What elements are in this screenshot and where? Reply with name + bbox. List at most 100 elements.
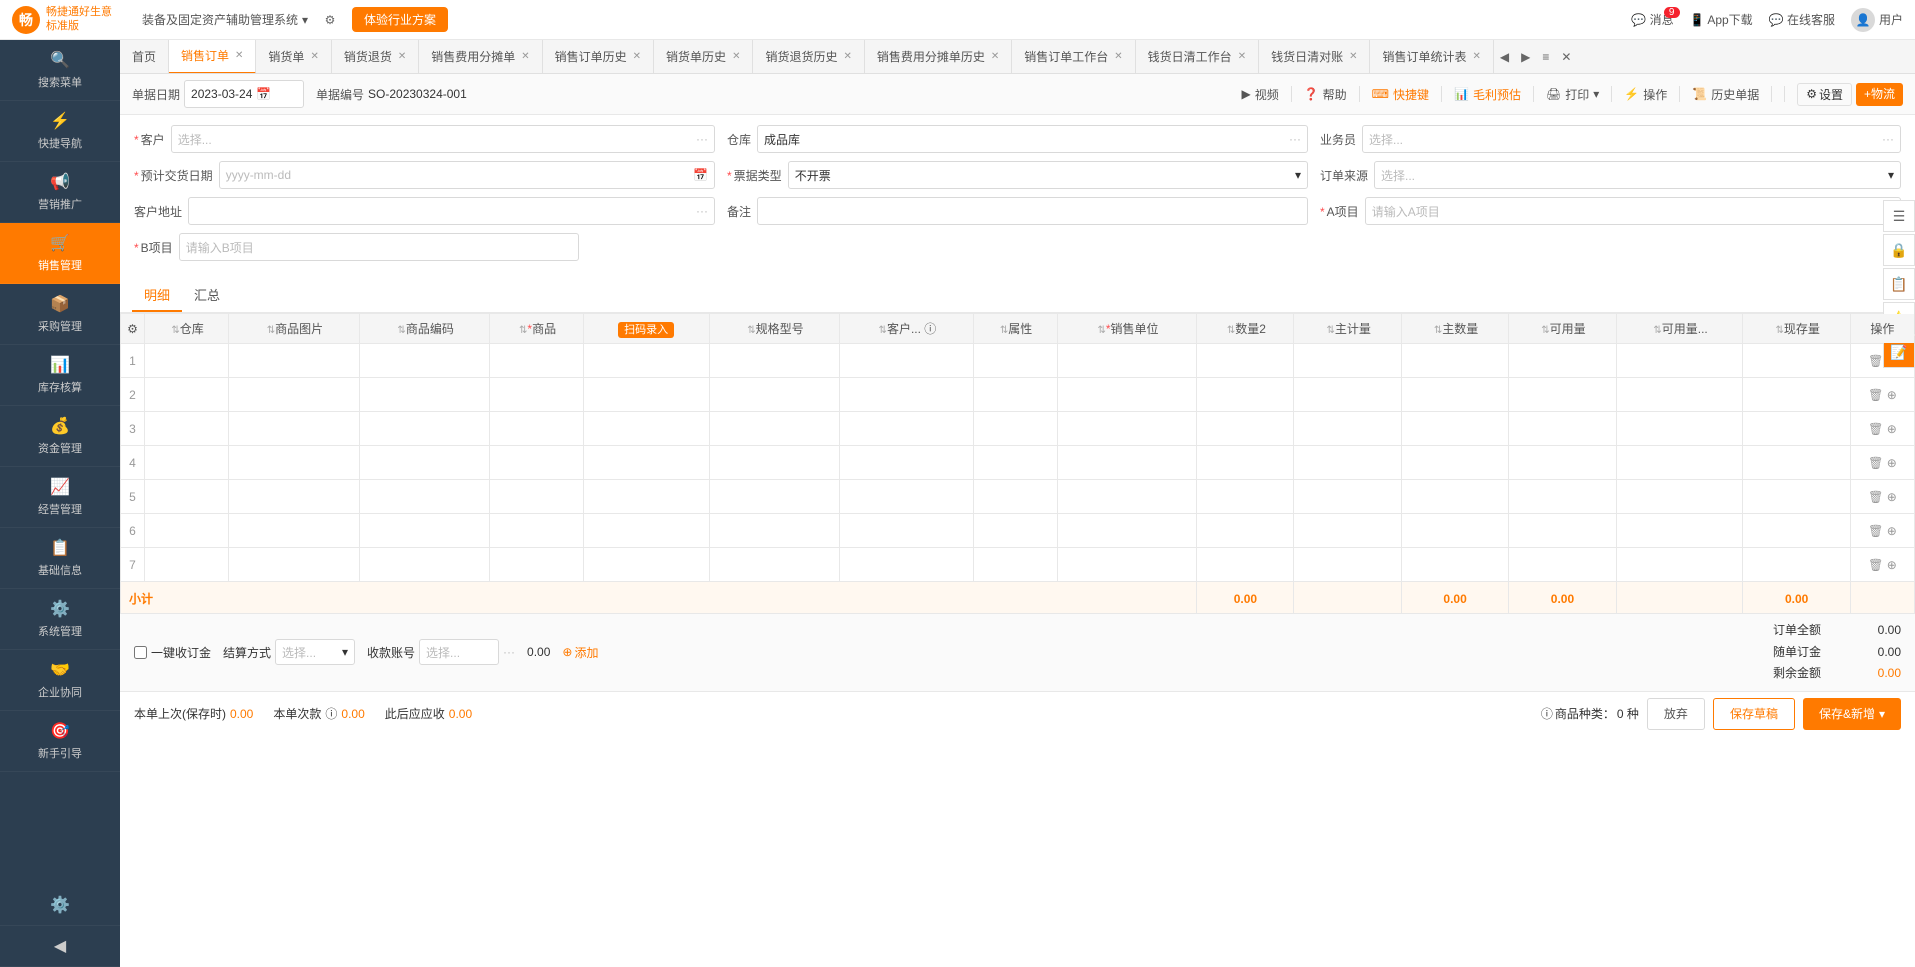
cell-product[interactable]	[490, 480, 583, 514]
sidebar-item-purchase[interactable]: 📦 采购管理	[0, 284, 120, 345]
cell-available2[interactable]	[1616, 446, 1743, 480]
cell-code[interactable]	[359, 412, 490, 446]
sidebar-item-nav[interactable]: ⚡ 快捷导航	[0, 101, 120, 162]
cell-available[interactable]	[1509, 378, 1616, 412]
panel-icon-3[interactable]: 📋	[1883, 268, 1915, 300]
delete-icon[interactable]: 🗑	[1868, 558, 1883, 572]
doc-date-input[interactable]: 2023-03-24 📅	[184, 80, 304, 108]
copy-icon[interactable]: ⊕	[1887, 388, 1897, 402]
abandon-button[interactable]: 放弃	[1647, 698, 1705, 730]
cell-attr[interactable]	[973, 378, 1057, 412]
cell-customer[interactable]	[840, 446, 973, 480]
sidebar-item-operations[interactable]: 📈 经营管理	[0, 467, 120, 528]
cell-main-unit[interactable]	[1294, 412, 1401, 446]
cell-available[interactable]	[1509, 412, 1616, 446]
tab-close-icon[interactable]: ✕	[235, 50, 243, 61]
sidebar-item-info[interactable]: 📋 基础信息	[0, 528, 120, 589]
cell-main-unit[interactable]	[1294, 344, 1401, 378]
cell-spec[interactable]	[709, 344, 840, 378]
cell-unit[interactable]	[1057, 480, 1197, 514]
cell-main-qty[interactable]	[1401, 344, 1508, 378]
cell-scan[interactable]	[583, 514, 709, 548]
cell-available2[interactable]	[1616, 514, 1743, 548]
cell-attr[interactable]	[973, 446, 1057, 480]
tab-invoice-history[interactable]: 销货单历史 ✕	[654, 40, 753, 74]
cell-product[interactable]	[490, 548, 583, 582]
tab-summary[interactable]: 汇总	[182, 279, 232, 312]
cell-customer[interactable]	[840, 548, 973, 582]
cell-available[interactable]	[1509, 480, 1616, 514]
cell-customer[interactable]	[840, 378, 973, 412]
cell-image[interactable]	[229, 344, 360, 378]
delete-icon[interactable]: 🗑	[1868, 422, 1883, 436]
cell-available2[interactable]	[1616, 412, 1743, 446]
print-btn[interactable]: 🖨 打印 ▾	[1546, 86, 1599, 103]
cell-scan[interactable]	[583, 344, 709, 378]
dropdown-icon[interactable]: ▾	[1879, 707, 1885, 721]
cell-scan[interactable]	[583, 480, 709, 514]
cell-spec[interactable]	[709, 378, 840, 412]
cell-stock[interactable]	[1743, 548, 1850, 582]
tab-close-icon[interactable]: ✕	[521, 51, 529, 62]
cell-unit[interactable]	[1057, 548, 1197, 582]
cell-unit[interactable]	[1057, 412, 1197, 446]
cell-warehouse[interactable]	[145, 514, 229, 548]
cell-warehouse[interactable]	[145, 378, 229, 412]
cell-attr[interactable]	[973, 344, 1057, 378]
cell-spec[interactable]	[709, 548, 840, 582]
sidebar-item-inventory[interactable]: 📊 库存核算	[0, 345, 120, 406]
tab-home[interactable]: 首页	[120, 40, 169, 74]
cell-attr[interactable]	[973, 412, 1057, 446]
data-table-container[interactable]: ⚙ ⇅仓库 ⇅商品图片 ⇅商品编码 ⇅*商品 扫码录入 ⇅规格型号 ⇅客户...…	[120, 313, 1915, 613]
cell-product[interactable]	[490, 446, 583, 480]
cell-product[interactable]	[490, 412, 583, 446]
cell-available[interactable]	[1509, 344, 1616, 378]
order-source-input[interactable]: 选择... ▾	[1374, 161, 1901, 189]
tab-close-icon[interactable]: ✕	[310, 51, 318, 62]
tab-menu-btn[interactable]: ≡	[1536, 40, 1555, 74]
notes-input[interactable]	[757, 197, 1308, 225]
cell-main-qty[interactable]	[1401, 446, 1508, 480]
panel-icon-1[interactable]: ☰	[1883, 200, 1915, 232]
cell-stock[interactable]	[1743, 514, 1850, 548]
save-draft-button[interactable]: 保存草稿	[1713, 698, 1795, 730]
cell-image[interactable]	[229, 378, 360, 412]
cell-available2[interactable]	[1616, 378, 1743, 412]
sidebar-item-collapse[interactable]: ◀	[0, 926, 120, 967]
delete-icon[interactable]: 🗑	[1868, 388, 1883, 402]
cell-available[interactable]	[1509, 446, 1616, 480]
cell-product[interactable]	[490, 378, 583, 412]
cell-unit[interactable]	[1057, 446, 1197, 480]
tab-close-icon[interactable]: ✕	[1238, 51, 1246, 62]
sidebar-item-finance[interactable]: 💰 资金管理	[0, 406, 120, 467]
cell-qty2[interactable]	[1197, 446, 1294, 480]
cell-qty2[interactable]	[1197, 412, 1294, 446]
help-btn[interactable]: ❓ 帮助	[1304, 86, 1347, 103]
add-payment-btn[interactable]: ⊕ 添加	[562, 644, 598, 661]
cell-main-unit[interactable]	[1294, 446, 1401, 480]
cell-code[interactable]	[359, 514, 490, 548]
cell-main-qty[interactable]	[1401, 378, 1508, 412]
tab-sales-expense[interactable]: 销售费用分摊单 ✕	[419, 40, 542, 74]
tab-close-icon[interactable]: ✕	[1473, 51, 1481, 62]
cell-qty2[interactable]	[1197, 480, 1294, 514]
system-title[interactable]: 装备及固定资产辅助管理系统 ▾	[142, 11, 308, 28]
delete-icon[interactable]: 🗑	[1868, 456, 1883, 470]
notification-area[interactable]: 💬 消息 9	[1631, 11, 1673, 28]
operation-btn[interactable]: ⚡ 操作	[1624, 86, 1667, 103]
sidebar-item-settings[interactable]: ⚙️	[0, 885, 120, 926]
cell-unit[interactable]	[1057, 344, 1197, 378]
tab-next-btn[interactable]: ▶	[1515, 40, 1536, 74]
cell-main-qty[interactable]	[1401, 412, 1508, 446]
copy-icon[interactable]: ⊕	[1887, 490, 1897, 504]
cell-main-qty[interactable]	[1401, 548, 1508, 582]
tab-close-icon[interactable]: ✕	[1114, 51, 1122, 62]
cell-available[interactable]	[1509, 514, 1616, 548]
tab-cash-workbench[interactable]: 钱货日清工作台 ✕	[1136, 40, 1259, 74]
cell-warehouse[interactable]	[145, 446, 229, 480]
tab-prev-btn[interactable]: ◀	[1494, 40, 1515, 74]
cell-code[interactable]	[359, 480, 490, 514]
online-service[interactable]: 💬 在线客服	[1769, 11, 1835, 28]
cell-image[interactable]	[229, 412, 360, 446]
one-click-check-input[interactable]	[134, 646, 147, 659]
